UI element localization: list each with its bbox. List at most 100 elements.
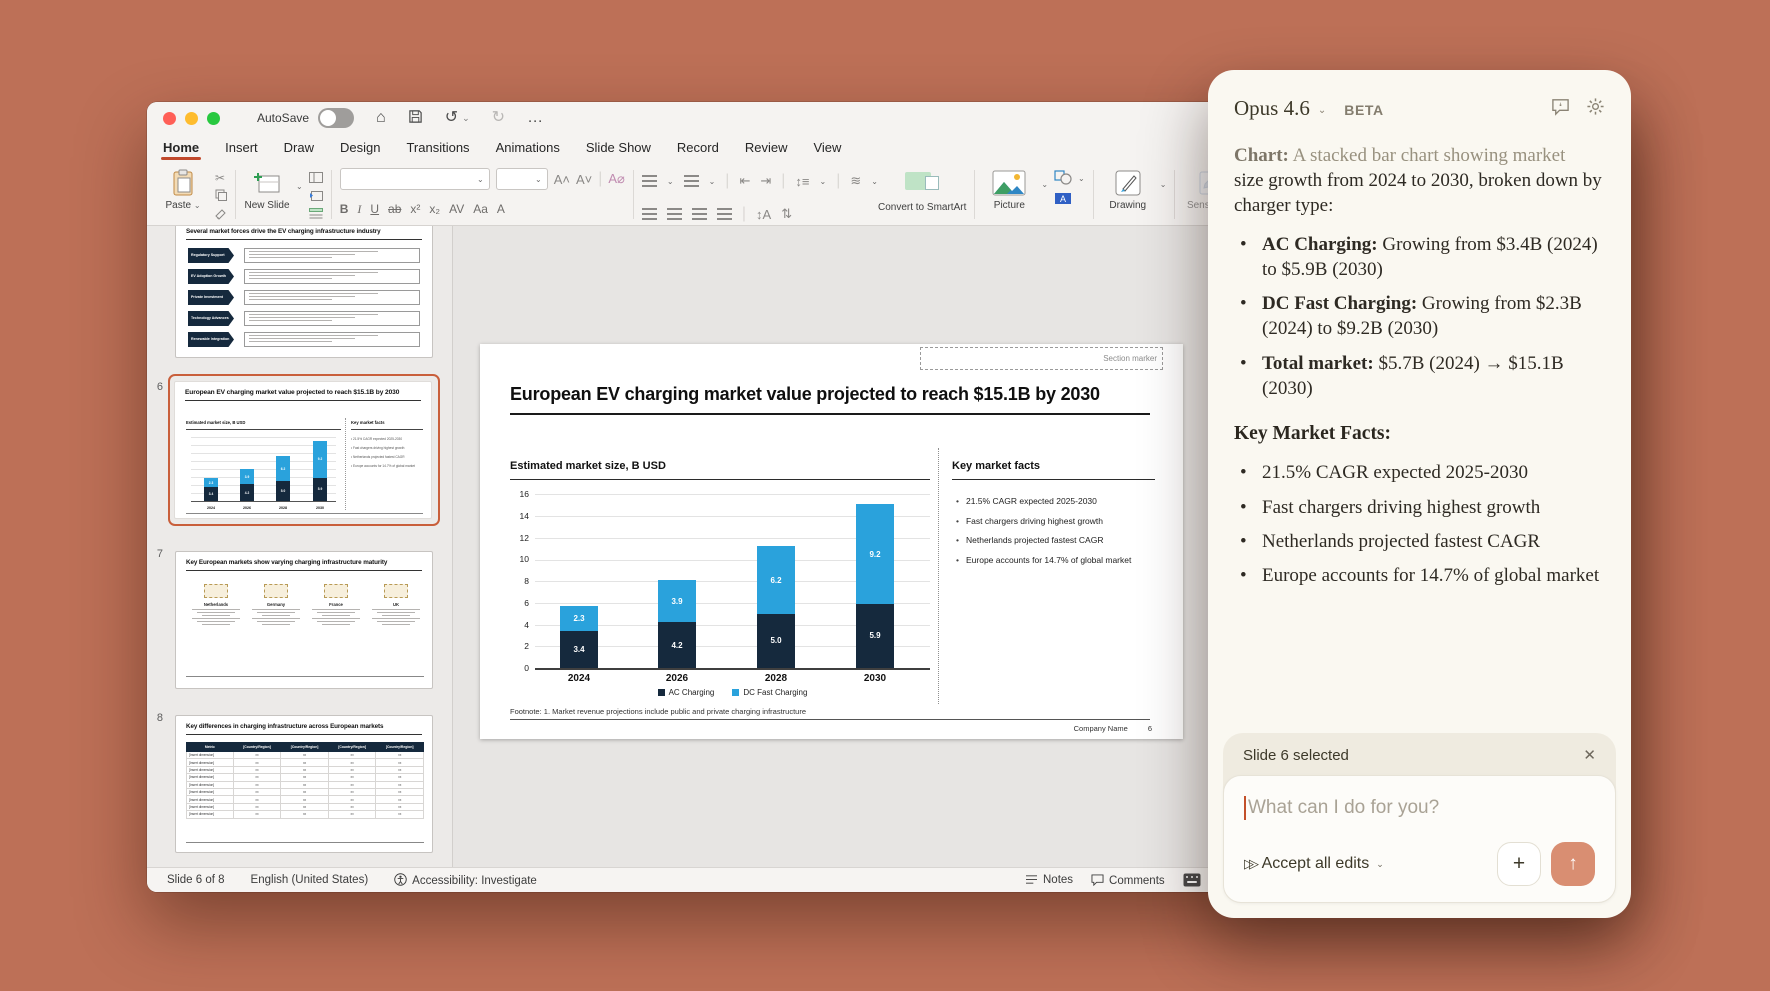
tab-insert[interactable]: Insert [225,140,258,162]
chart-heading[interactable]: Estimated market size, B USD [510,460,666,472]
align-center-icon[interactable] [666,208,682,220]
smartart-icon[interactable] [905,170,940,194]
format-glyph-u[interactable]: U [370,203,379,215]
bar-segment-ac-2026[interactable]: 4.2 [658,622,696,668]
clear-formatting-icon[interactable]: A⌀ [608,171,625,187]
paste-button[interactable]: Paste ⌄ [157,168,209,212]
feedback-icon[interactable] [1551,97,1570,121]
model-name[interactable]: Opus 4.6 [1234,96,1310,121]
notes-button[interactable]: Notes [1025,874,1073,886]
align-left-icon[interactable] [641,208,657,220]
close-context-icon[interactable]: ✕ [1583,746,1596,764]
slide-counter[interactable]: Slide 6 of 8 [167,874,225,886]
model-dropdown-chevron-icon[interactable]: ⌄ [1318,105,1326,116]
bar-segment-dc-2026[interactable]: 3.9 [658,580,696,623]
bar-segment-ac-2024[interactable]: 3.4 [560,631,598,668]
copy-icon[interactable] [215,189,227,203]
bar-segment-ac-2028[interactable]: 5.0 [757,613,795,668]
drawing-button[interactable]: Drawing [1102,168,1154,212]
tab-home[interactable]: Home [160,140,202,162]
section-icon[interactable] [308,208,323,221]
picture-button[interactable]: Picture [983,168,1035,212]
tab-view[interactable]: View [813,140,841,162]
slide-layout-icon[interactable] [308,172,323,185]
bar-segment-dc-2024[interactable]: 2.3 [204,478,218,488]
bar-segment-ac-2030[interactable]: 5.9 [856,603,894,668]
bar-segment-ac-2026[interactable]: 4.2 [240,484,254,501]
shapes-dropdown-icon[interactable]: ⌄ [1078,174,1085,183]
bar-segment-dc-2030[interactable]: 9.2 [313,440,327,478]
decrease-font-size-icon[interactable]: A˅ [576,172,592,187]
format-painter-icon[interactable] [215,208,227,222]
bar-segment-dc-2028[interactable]: 6.2 [276,456,290,482]
reset-slide-icon[interactable] [309,190,323,203]
slide-8-thumbnail[interactable]: Key differences in charging infrastructu… [175,715,433,853]
bar-segment-ac-2028[interactable]: 5.0 [276,481,290,501]
send-button[interactable]: ↑ [1551,842,1595,886]
picture-dropdown-icon[interactable]: ⌄ [1041,180,1048,189]
format-glyph-a[interactable]: A [497,203,505,215]
shapes-icon[interactable] [1054,170,1072,187]
keyboard-settings-icon[interactable] [1183,873,1201,887]
format-glyph-aa[interactable]: Aa [473,203,488,215]
format-glyph-ab[interactable]: ab [388,203,401,215]
undo-dropdown-chevron-icon[interactable]: ⌄ [462,113,470,123]
accept-all-edits-button[interactable]: Accept all edits [1262,855,1370,873]
tab-draw[interactable]: Draw [284,140,314,162]
new-slide-dropdown-icon[interactable]: ⌄ [296,182,303,191]
format-glyph-av[interactable]: AV [449,203,464,215]
text-box-icon[interactable]: A [1054,192,1072,207]
tab-record[interactable]: Record [677,140,719,162]
tab-review[interactable]: Review [745,140,788,162]
increase-indent-icon[interactable]: ⇥ [760,173,771,189]
comments-button[interactable]: Comments [1091,873,1165,887]
minimize-window-button[interactable] [185,111,198,125]
bar-segment-ac-2030[interactable]: 5.9 [313,477,327,501]
current-slide[interactable]: Section marker European EV charging mark… [480,344,1183,739]
accessibility-status[interactable]: Accessibility: Investigate [394,873,537,887]
undo-icon[interactable]: ↺ [445,110,458,126]
tab-animations[interactable]: Animations [496,140,560,162]
tab-design[interactable]: Design [340,140,380,162]
bullet-list-icon[interactable] [641,175,657,187]
line-spacing-icon[interactable]: ↕≡ [795,174,809,189]
decrease-indent-icon[interactable]: ⇤ [739,173,750,189]
format-glyph-i[interactable]: I [357,203,361,215]
drawing-dropdown-icon[interactable]: ⌄ [1160,180,1167,189]
tab-transitions[interactable]: Transitions [406,140,469,162]
bar-segment-ac-2024[interactable]: 3.4 [204,487,218,501]
redo-icon[interactable]: ↻ [492,110,505,126]
slide-5-thumbnail[interactable]: Several market forces drive the EV charg… [175,226,433,358]
font-name-select[interactable]: ⌄ [339,168,490,190]
increase-font-size-icon[interactable]: A˄ [554,172,570,187]
columns-icon[interactable]: ≋ [850,173,861,189]
font-size-select[interactable]: ⌄ [495,168,548,190]
accept-edits-chevron-icon[interactable]: ⌄ [1376,859,1384,870]
numbered-list-icon[interactable] [683,175,699,187]
save-icon[interactable] [408,109,423,128]
message-input-placeholder[interactable]: What can I do for you? [1248,797,1439,819]
format-glyph-b[interactable]: B [340,203,349,215]
home-icon[interactable]: ⌂ [376,110,386,126]
slide-title[interactable]: European EV charging market value projec… [510,384,1100,405]
new-slide-button[interactable]: New Slide [244,168,290,212]
section-marker-placeholder[interactable]: Section marker [920,347,1163,370]
tab-slide-show[interactable]: Slide Show [586,140,651,162]
slide-6-thumbnail[interactable]: European EV charging market value projec… [174,381,432,519]
autosave-toggle[interactable] [318,108,355,128]
bar-segment-dc-2030[interactable]: 9.2 [856,504,894,604]
close-window-button[interactable] [163,111,176,125]
bar-segment-dc-2028[interactable]: 6.2 [757,546,795,614]
align-text-icon[interactable]: ⇅ [781,206,792,222]
message-input-card[interactable]: What can I do for you? ▷▷ Accept all edi… [1223,775,1616,903]
bar-segment-dc-2024[interactable]: 2.3 [560,606,598,632]
facts-heading[interactable]: Key market facts [952,460,1040,472]
attach-button[interactable]: + [1497,842,1541,886]
align-right-icon[interactable] [691,208,707,220]
settings-gear-icon[interactable] [1586,97,1605,121]
language-indicator[interactable]: English (United States) [251,874,369,886]
cut-icon[interactable]: ✂ [215,172,227,184]
bar-segment-dc-2026[interactable]: 3.9 [240,468,254,485]
zoom-window-button[interactable] [207,111,220,125]
format-glyph-x₂[interactable]: x₂ [429,203,440,215]
